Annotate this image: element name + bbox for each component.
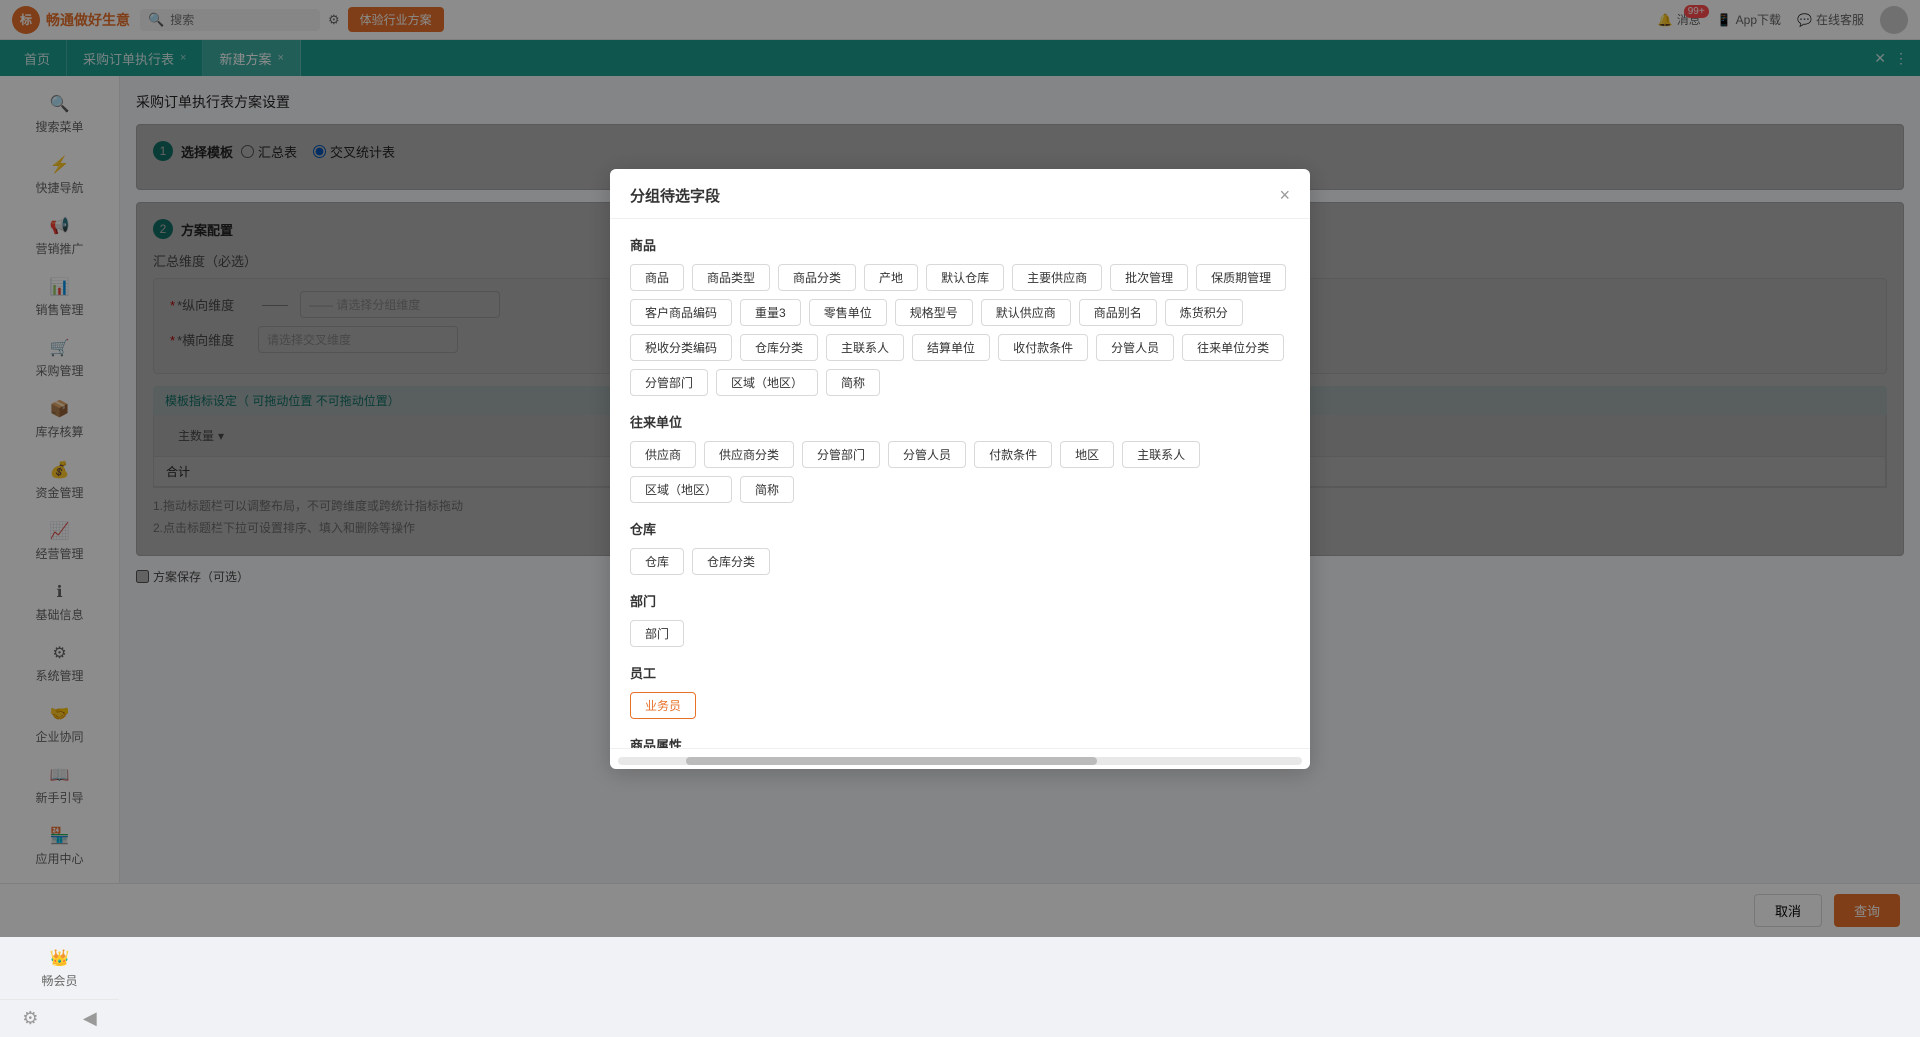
section-partner-title: 往来单位 [630, 412, 1290, 431]
tag-goods-20[interactable]: 分管人员 [1096, 334, 1174, 361]
tag-goods-1[interactable]: 商品类型 [692, 264, 770, 291]
scroll-thumb [686, 757, 1096, 765]
modal-title: 分组待选字段 [630, 185, 720, 206]
modal-header: 分组待选字段 × [610, 169, 1310, 219]
tag-goods-11[interactable]: 规格型号 [895, 299, 973, 326]
modal-body[interactable]: 商品 商品 商品类型 商品分类 产地 默认仓库 主要供应商 批次管理 保质期管理… [610, 219, 1310, 748]
tag-goods-9[interactable]: 重量3 [740, 299, 801, 326]
modal-horizontal-scroll[interactable] [618, 757, 1302, 765]
tag-partner-3[interactable]: 分管人员 [888, 441, 966, 468]
tag-goods-16[interactable]: 仓库分类 [740, 334, 818, 361]
section-goods: 商品 商品 商品类型 商品分类 产地 默认仓库 主要供应商 批次管理 保质期管理… [630, 235, 1290, 396]
tag-employee-0[interactable]: 业务员 [630, 692, 696, 719]
tag-goods-15[interactable]: 税收分类编码 [630, 334, 732, 361]
modal: 分组待选字段 × 商品 商品 商品类型 商品分类 产地 默认仓库 主要供应商 批… [610, 169, 1310, 769]
sidebar-label-vip: 畅会员 [41, 972, 77, 989]
tag-partner-5[interactable]: 地区 [1060, 441, 1114, 468]
sidebar-bottom: ⚙ ◀ [0, 999, 119, 1037]
tag-goods-13[interactable]: 商品别名 [1079, 299, 1157, 326]
sidebar-collapse-btn[interactable]: ◀ [83, 1008, 97, 1029]
tag-goods-23[interactable]: 区域（地区） [716, 369, 818, 396]
tag-goods-19[interactable]: 收付款条件 [998, 334, 1088, 361]
tag-goods-22[interactable]: 分管部门 [630, 369, 708, 396]
tag-partner-8[interactable]: 简称 [740, 476, 794, 503]
section-warehouse-title: 仓库 [630, 519, 1290, 538]
tag-goods-17[interactable]: 主联系人 [826, 334, 904, 361]
tag-goods-10[interactable]: 零售单位 [809, 299, 887, 326]
partner-tags: 供应商 供应商分类 分管部门 分管人员 付款条件 地区 主联系人 区域（地区） … [630, 441, 1290, 503]
tag-goods-14[interactable]: 炼货积分 [1165, 299, 1243, 326]
tag-warehouse-1[interactable]: 仓库分类 [692, 548, 770, 575]
tag-goods-4[interactable]: 默认仓库 [926, 264, 1004, 291]
sidebar-item-vip[interactable]: 👑 畅会员 [0, 938, 119, 999]
tag-goods-5[interactable]: 主要供应商 [1012, 264, 1102, 291]
tag-partner-4[interactable]: 付款条件 [974, 441, 1052, 468]
tag-partner-1[interactable]: 供应商分类 [704, 441, 794, 468]
vip-icon: 👑 [50, 948, 70, 968]
tag-partner-2[interactable]: 分管部门 [802, 441, 880, 468]
section-employee-title: 员工 [630, 663, 1290, 682]
tag-partner-6[interactable]: 主联系人 [1122, 441, 1200, 468]
modal-close-btn[interactable]: × [1279, 185, 1290, 206]
tag-goods-18[interactable]: 结算单位 [912, 334, 990, 361]
section-partner: 往来单位 供应商 供应商分类 分管部门 分管人员 付款条件 地区 主联系人 区域… [630, 412, 1290, 503]
tag-goods-24[interactable]: 简称 [826, 369, 880, 396]
tag-goods-21[interactable]: 往来单位分类 [1182, 334, 1284, 361]
tag-partner-0[interactable]: 供应商 [630, 441, 696, 468]
tag-goods-8[interactable]: 客户商品编码 [630, 299, 732, 326]
tag-goods-3[interactable]: 产地 [864, 264, 918, 291]
section-product-attr-title: 商品属性 [630, 735, 1290, 748]
sidebar-settings-btn[interactable]: ⚙ [22, 1008, 38, 1029]
modal-scrollbar-area [610, 748, 1310, 769]
warehouse-tags: 仓库 仓库分类 [630, 548, 1290, 575]
section-department: 部门 部门 [630, 591, 1290, 647]
modal-overlay[interactable]: 分组待选字段 × 商品 商品 商品类型 商品分类 产地 默认仓库 主要供应商 批… [0, 0, 1920, 937]
section-employee: 员工 业务员 [630, 663, 1290, 719]
section-goods-title: 商品 [630, 235, 1290, 254]
tag-warehouse-0[interactable]: 仓库 [630, 548, 684, 575]
section-department-title: 部门 [630, 591, 1290, 610]
section-warehouse: 仓库 仓库 仓库分类 [630, 519, 1290, 575]
tag-goods-12[interactable]: 默认供应商 [981, 299, 1071, 326]
tag-goods-2[interactable]: 商品分类 [778, 264, 856, 291]
tag-department-0[interactable]: 部门 [630, 620, 684, 647]
tag-goods-7[interactable]: 保质期管理 [1196, 264, 1286, 291]
tag-goods-6[interactable]: 批次管理 [1110, 264, 1188, 291]
goods-tags: 商品 商品类型 商品分类 产地 默认仓库 主要供应商 批次管理 保质期管理 客户… [630, 264, 1290, 396]
section-product-attr: 商品属性 属性 颜色 多规格 尺码 鞋码 1 [630, 735, 1290, 748]
department-tags: 部门 [630, 620, 1290, 647]
employee-tags: 业务员 [630, 692, 1290, 719]
tag-partner-7[interactable]: 区域（地区） [630, 476, 732, 503]
tag-goods-0[interactable]: 商品 [630, 264, 684, 291]
